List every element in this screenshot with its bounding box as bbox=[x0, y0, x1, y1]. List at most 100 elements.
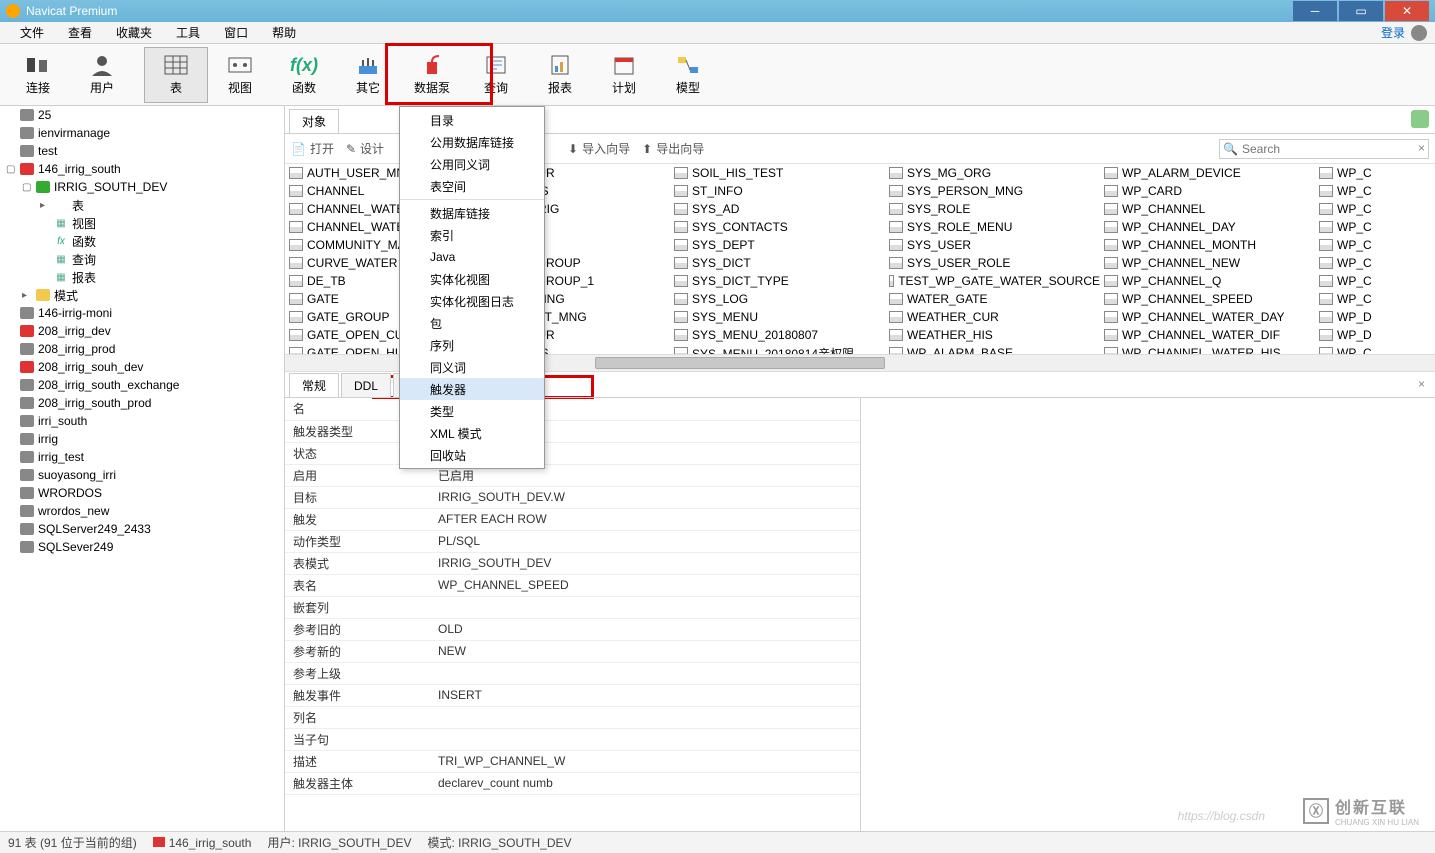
action-open[interactable]: 📄 打开 bbox=[291, 140, 334, 157]
table-item[interactable]: WP_C bbox=[1315, 236, 1375, 254]
table-item[interactable]: WP_CHANNEL_NEW bbox=[1100, 254, 1315, 272]
menu-fav[interactable]: 收藏夹 bbox=[104, 22, 164, 44]
table-item[interactable]: WP_CHANNEL_MONTH bbox=[1100, 236, 1315, 254]
table-item[interactable]: SYS_PERSON_MNG bbox=[885, 182, 1100, 200]
tree-node[interactable]: 25 bbox=[0, 106, 284, 124]
close-panel-icon[interactable]: × bbox=[1418, 377, 1425, 391]
tool-query[interactable]: 查询 bbox=[464, 47, 528, 103]
tree-node[interactable]: ▢IRRIG_SOUTH_DEV bbox=[0, 178, 284, 196]
menu-item[interactable]: 同义词 bbox=[400, 356, 544, 378]
tree-node[interactable]: wrordos_new bbox=[0, 502, 284, 520]
table-item[interactable]: WP_C bbox=[1315, 200, 1375, 218]
table-item[interactable]: SOIL_HIS_TEST bbox=[670, 164, 885, 182]
table-item[interactable]: WP_CHANNEL_WATER_HIS bbox=[1100, 344, 1315, 354]
menu-item[interactable]: 回收站 bbox=[400, 444, 544, 466]
tree-node[interactable]: ▦报表 bbox=[0, 268, 284, 286]
table-item[interactable]: WP_ALARM_BASE bbox=[885, 344, 1100, 354]
menu-item[interactable]: 实体化视图 bbox=[400, 268, 544, 290]
tab-ddl[interactable]: DDL bbox=[341, 373, 391, 397]
table-item[interactable]: WP_CHANNEL_WATER_DIF bbox=[1100, 326, 1315, 344]
tree-node[interactable]: WRORDOS bbox=[0, 484, 284, 502]
menu-item[interactable]: 索引 bbox=[400, 224, 544, 246]
table-item[interactable]: WATER_GATE bbox=[885, 290, 1100, 308]
tree-node[interactable]: 208_irrig_dev bbox=[0, 322, 284, 340]
avatar-icon[interactable] bbox=[1411, 25, 1427, 41]
menu-item[interactable]: 目录 bbox=[400, 109, 544, 131]
table-item[interactable]: SYS_ROLE_MENU bbox=[885, 218, 1100, 236]
tree-node[interactable]: test bbox=[0, 142, 284, 160]
menu-item[interactable]: XML 模式 bbox=[400, 422, 544, 444]
table-item[interactable]: WP_C bbox=[1315, 272, 1375, 290]
menu-item[interactable]: Java bbox=[400, 246, 544, 268]
table-item[interactable]: WP_C bbox=[1315, 218, 1375, 236]
table-item[interactable]: WP_C bbox=[1315, 344, 1375, 354]
tree-node[interactable]: 208_irrig_south_exchange bbox=[0, 376, 284, 394]
table-item[interactable]: WP_C bbox=[1315, 182, 1375, 200]
table-item[interactable]: SYS_DICT_TYPE bbox=[670, 272, 885, 290]
action-export[interactable]: ⬆ 导出向导 bbox=[642, 140, 704, 157]
tree-node[interactable]: fx函数 bbox=[0, 232, 284, 250]
table-item[interactable]: WP_D bbox=[1315, 308, 1375, 326]
tree-node[interactable]: suoyasong_irri bbox=[0, 466, 284, 484]
table-item[interactable]: WP_CHANNEL bbox=[1100, 200, 1315, 218]
tool-model[interactable]: 模型 bbox=[656, 47, 720, 103]
menu-item[interactable]: 数据库链接 bbox=[400, 202, 544, 224]
table-item[interactable]: SYS_AD bbox=[670, 200, 885, 218]
table-item[interactable]: ST_INFO bbox=[670, 182, 885, 200]
tree-node[interactable]: SQLSever249 bbox=[0, 538, 284, 556]
table-item[interactable]: WP_CHANNEL_Q bbox=[1100, 272, 1315, 290]
menu-item-trigger[interactable]: 触发器 bbox=[400, 378, 544, 400]
menu-item[interactable]: 公用同义词 bbox=[400, 153, 544, 175]
menu-item[interactable]: 包 bbox=[400, 312, 544, 334]
table-item[interactable]: SYS_DEPT bbox=[670, 236, 885, 254]
tree-node[interactable]: 146-irrig-moni bbox=[0, 304, 284, 322]
tool-table[interactable]: 表 bbox=[144, 47, 208, 103]
sync-icon[interactable] bbox=[1411, 110, 1429, 128]
action-design[interactable]: ✎ 设计 bbox=[346, 140, 384, 157]
table-item[interactable]: WP_CARD bbox=[1100, 182, 1315, 200]
table-item[interactable]: WP_C bbox=[1315, 290, 1375, 308]
tree-node[interactable]: ▢146_irrig_south bbox=[0, 160, 284, 178]
table-item[interactable]: TEST_WP_GATE_WATER_SOURCE bbox=[885, 272, 1100, 290]
table-item[interactable]: SYS_CONTACTS bbox=[670, 218, 885, 236]
tree-node[interactable]: 208_irrig_prod bbox=[0, 340, 284, 358]
table-item[interactable]: WP_CHANNEL_WATER_DAY bbox=[1100, 308, 1315, 326]
menu-help[interactable]: 帮助 bbox=[260, 22, 308, 44]
menu-item[interactable]: 公用数据库链接 bbox=[400, 131, 544, 153]
tree-node[interactable]: ienvirmanage bbox=[0, 124, 284, 142]
table-item[interactable]: SYS_MENU bbox=[670, 308, 885, 326]
tool-user[interactable]: 用户 bbox=[70, 47, 134, 103]
menu-tools[interactable]: 工具 bbox=[164, 22, 212, 44]
search-input[interactable] bbox=[1219, 139, 1429, 159]
tree-node[interactable]: ▦查询 bbox=[0, 250, 284, 268]
clear-search-icon[interactable]: × bbox=[1418, 141, 1425, 155]
table-item[interactable]: SYS_MG_ORG bbox=[885, 164, 1100, 182]
table-item[interactable]: WEATHER_HIS bbox=[885, 326, 1100, 344]
table-item[interactable]: WEATHER_CUR bbox=[885, 308, 1100, 326]
maximize-button[interactable]: ▭ bbox=[1339, 1, 1383, 21]
tree-node[interactable]: ▦视图 bbox=[0, 214, 284, 232]
table-item[interactable]: WP_CHANNEL_SPEED bbox=[1100, 290, 1315, 308]
tree-node[interactable]: irri_south bbox=[0, 412, 284, 430]
tree-node[interactable]: irrig bbox=[0, 430, 284, 448]
tool-connect[interactable]: 连接 bbox=[6, 47, 70, 103]
menu-window[interactable]: 窗口 bbox=[212, 22, 260, 44]
minimize-button[interactable]: ─ bbox=[1293, 1, 1337, 21]
table-item[interactable]: SYS_DICT bbox=[670, 254, 885, 272]
table-item[interactable]: SYS_ROLE bbox=[885, 200, 1100, 218]
menu-item[interactable]: 序列 bbox=[400, 334, 544, 356]
tool-datapump[interactable]: 数据泵 bbox=[400, 47, 464, 103]
table-item[interactable]: WP_ALARM_DEVICE bbox=[1100, 164, 1315, 182]
menu-item[interactable]: 表空间 bbox=[400, 175, 544, 197]
tool-other[interactable]: 其它 bbox=[336, 47, 400, 103]
tool-function[interactable]: f(x)函数 bbox=[272, 47, 336, 103]
tree-node[interactable]: 208_irrig_souh_dev bbox=[0, 358, 284, 376]
menu-file[interactable]: 文件 bbox=[8, 22, 56, 44]
menu-item[interactable]: 实体化视图日志 bbox=[400, 290, 544, 312]
close-button[interactable]: ✕ bbox=[1385, 1, 1429, 21]
table-item[interactable]: SYS_USER bbox=[885, 236, 1100, 254]
tree-node[interactable]: SQLServer249_2433 bbox=[0, 520, 284, 538]
tool-schedule[interactable]: 计划 bbox=[592, 47, 656, 103]
login-link[interactable]: 登录 bbox=[1381, 24, 1411, 41]
menu-view[interactable]: 查看 bbox=[56, 22, 104, 44]
